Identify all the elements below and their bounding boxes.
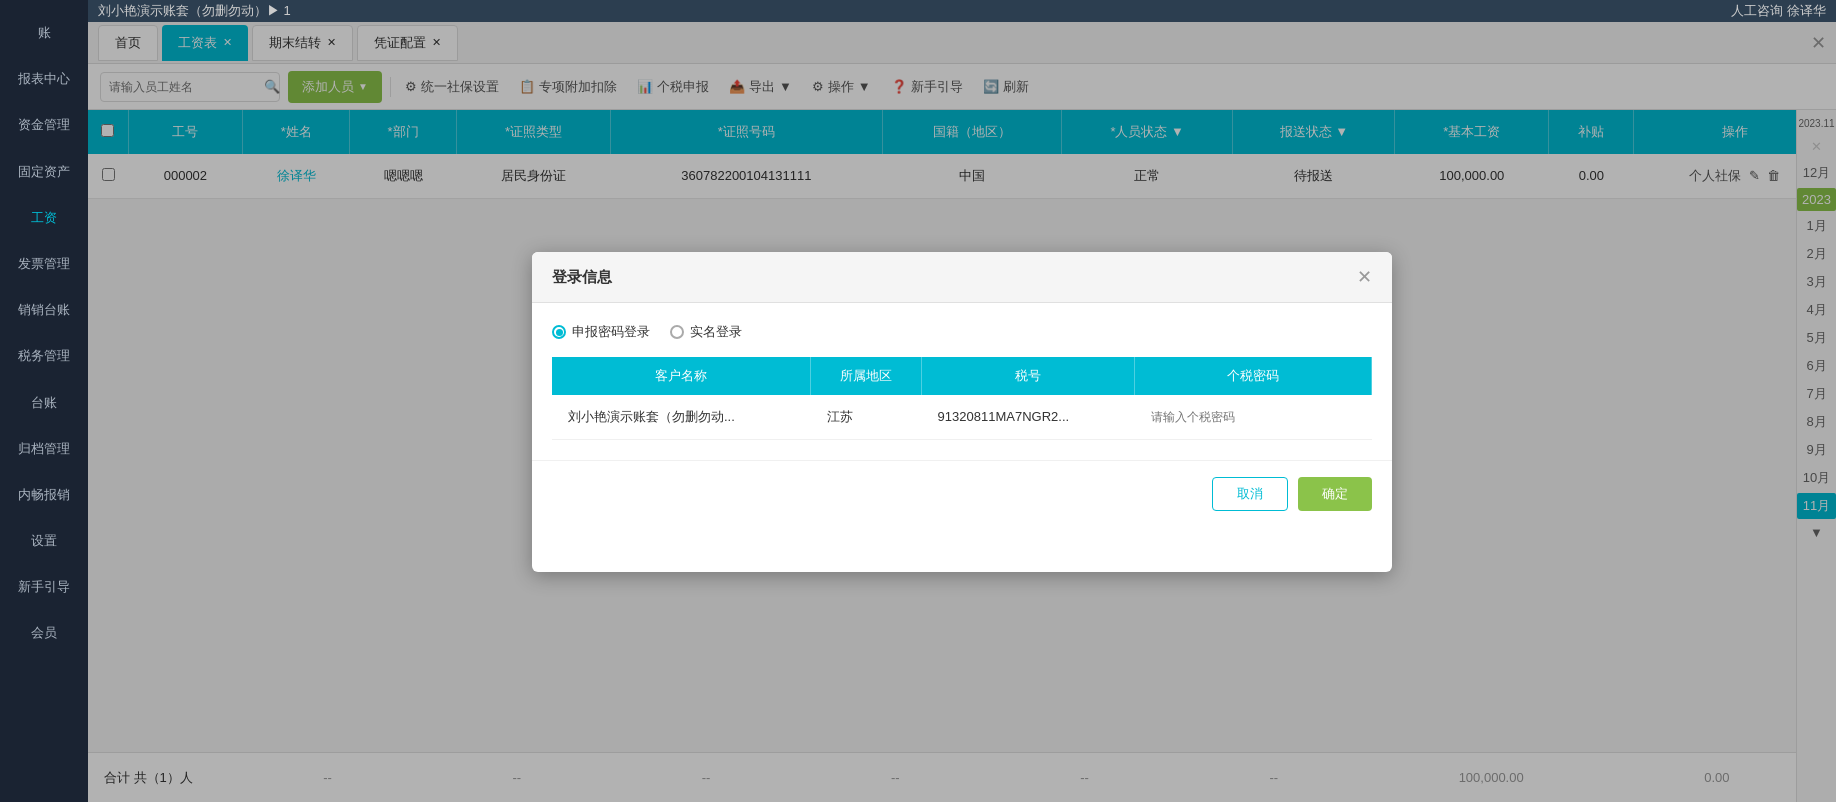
sidebar-item-ledger[interactable]: 销销台账	[0, 287, 88, 333]
login-modal: 登录信息 ✕ 申报密码登录 实名登录 客户名称 所属地区	[532, 252, 1392, 572]
sidebar-item-invoice[interactable]: 发票管理	[0, 241, 88, 287]
sidebar-item-archive[interactable]: 归档管理	[0, 426, 88, 472]
radio-realname-dot	[670, 325, 684, 339]
modal-overlay: 登录信息 ✕ 申报密码登录 实名登录 客户名称 所属地区	[88, 22, 1836, 802]
modal-table-row: 刘小艳演示账套（勿删勿动... 江苏 91320811MA7NGR2...	[552, 395, 1372, 439]
topbar-right: 人工咨询 徐译华	[1731, 2, 1826, 20]
cancel-button[interactable]: 取消	[1212, 477, 1288, 511]
sidebar-item-funds[interactable]: 资金管理	[0, 102, 88, 148]
login-table: 客户名称 所属地区 税号 个税密码 刘小艳演示账套（勿删勿动... 江苏 913…	[552, 357, 1372, 440]
sidebar-item-account[interactable]: 台账	[0, 380, 88, 426]
confirm-button[interactable]: 确定	[1298, 477, 1372, 511]
tax-password-input[interactable]	[1151, 410, 1356, 424]
sidebar-item-salary[interactable]: 工资	[0, 195, 88, 241]
sidebar-item-reports[interactable]: 报表中心	[0, 56, 88, 102]
radio-password-dot	[552, 325, 566, 339]
modal-title: 登录信息	[552, 268, 612, 287]
modal-tax-no: 91320811MA7NGR2...	[922, 395, 1135, 439]
sidebar-item-member[interactable]: 会员	[0, 610, 88, 656]
modal-region: 江苏	[811, 395, 922, 439]
sidebar-item-tax[interactable]: 税务管理	[0, 333, 88, 379]
sidebar-item-settings[interactable]: 设置	[0, 518, 88, 564]
sidebar-item-zhang[interactable]: 账	[0, 10, 88, 56]
modal-header: 登录信息 ✕	[532, 252, 1392, 303]
sidebar-item-assets[interactable]: 固定资产	[0, 149, 88, 195]
radio-realname-login[interactable]: 实名登录	[670, 323, 742, 341]
modal-footer: 取消 确定	[532, 460, 1392, 527]
modal-col-region: 所属地区	[811, 357, 922, 395]
topbar-title: 刘小艳演示账套（勿删勿动）▶ 1	[98, 2, 1731, 20]
modal-body: 申报密码登录 实名登录 客户名称 所属地区 税号 个税密码	[532, 303, 1392, 460]
login-type-radio-group: 申报密码登录 实名登录	[552, 323, 1372, 341]
modal-col-name: 客户名称	[552, 357, 811, 395]
modal-close-button[interactable]: ✕	[1357, 266, 1372, 288]
sidebar-item-guide[interactable]: 新手引导	[0, 564, 88, 610]
modal-col-tax-no: 税号	[922, 357, 1135, 395]
topbar: 刘小艳演示账套（勿删勿动）▶ 1 人工咨询 徐译华	[88, 0, 1836, 22]
sidebar-item-expense[interactable]: 内畅报销	[0, 472, 88, 518]
sidebar: 账 报表中心 资金管理 固定资产 工资 发票管理 销销台账 税务管理 台账 归档…	[0, 0, 88, 802]
modal-client-name: 刘小艳演示账套（勿删勿动...	[552, 395, 811, 439]
radio-password-login[interactable]: 申报密码登录	[552, 323, 650, 341]
modal-password-input-cell[interactable]	[1135, 395, 1372, 439]
modal-col-password: 个税密码	[1135, 357, 1372, 395]
